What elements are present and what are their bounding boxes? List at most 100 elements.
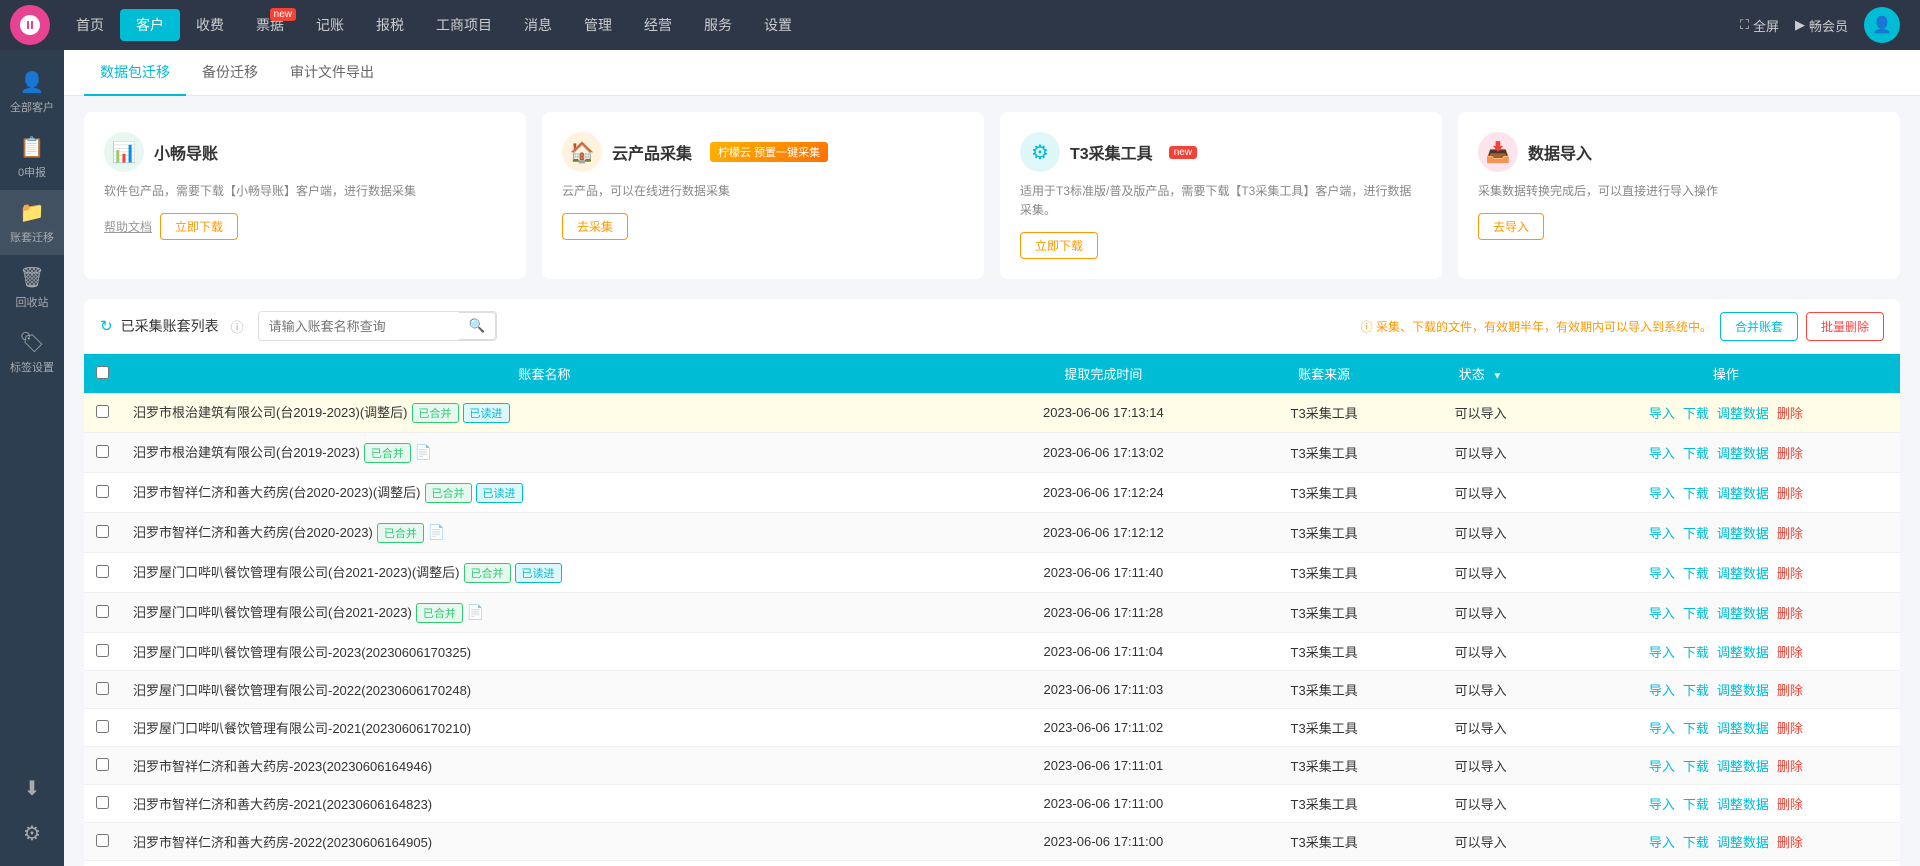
sidebar-item-account-migration[interactable]: 📁 账套迁移 — [0, 190, 64, 255]
download-action-btn[interactable]: 下载 — [1683, 721, 1709, 736]
adjust-data-action-btn[interactable]: 调整数据 — [1717, 645, 1769, 660]
row-checkbox[interactable] — [96, 834, 109, 847]
nav-settings[interactable]: 设置 — [748, 0, 808, 50]
delete-action-btn[interactable]: 删除 — [1777, 759, 1803, 774]
download-action-btn[interactable]: 下载 — [1683, 406, 1709, 421]
download-action-btn[interactable]: 下载 — [1683, 645, 1709, 660]
member-button[interactable]: ▶ 畅会员 — [1795, 16, 1848, 35]
import-action-btn[interactable]: 导入 — [1649, 721, 1675, 736]
nav-message[interactable]: 消息 — [508, 0, 568, 50]
row-checkbox[interactable] — [96, 758, 109, 771]
row-checkbox[interactable] — [96, 525, 109, 538]
download-action-btn[interactable]: 下载 — [1683, 446, 1709, 461]
download-action-btn[interactable]: 下载 — [1683, 606, 1709, 621]
select-all-checkbox[interactable] — [96, 366, 109, 379]
import-action-btn[interactable]: 导入 — [1649, 526, 1675, 541]
delete-action-btn[interactable]: 删除 — [1777, 683, 1803, 698]
file-icon[interactable]: 📄 — [428, 524, 445, 540]
nav-home[interactable]: 首页 — [60, 0, 120, 50]
import-action-btn[interactable]: 导入 — [1649, 486, 1675, 501]
nav-manage[interactable]: 管理 — [568, 0, 628, 50]
sidebar-item-all-customers[interactable]: 👤 全部客户 — [0, 60, 64, 125]
nav-customer[interactable]: 客户 — [120, 9, 180, 41]
sidebar-item-label-settings[interactable]: 🏷 标签设置 — [0, 320, 64, 385]
delete-action-btn[interactable]: 删除 — [1777, 526, 1803, 541]
app-logo[interactable] — [10, 5, 50, 45]
delete-action-btn[interactable]: 删除 — [1777, 446, 1803, 461]
import-action-btn[interactable]: 导入 — [1649, 446, 1675, 461]
refresh-icon[interactable]: ↻ — [100, 317, 113, 335]
import-action-btn[interactable]: 导入 — [1649, 683, 1675, 698]
download-action-btn[interactable]: 下载 — [1683, 526, 1709, 541]
delete-action-btn[interactable]: 删除 — [1777, 566, 1803, 581]
nav-invoice[interactable]: 票据new — [240, 0, 300, 50]
row-checkbox[interactable] — [96, 720, 109, 733]
delete-action-btn[interactable]: 删除 — [1777, 645, 1803, 660]
adjust-data-action-btn[interactable]: 调整数据 — [1717, 606, 1769, 621]
sidebar-item-recycle-bin[interactable]: 🗑 回收站 — [0, 255, 64, 320]
adjust-data-action-btn[interactable]: 调整数据 — [1717, 526, 1769, 541]
help-icon[interactable]: ⓘ — [231, 317, 244, 336]
nav-operation[interactable]: 经营 — [628, 0, 688, 50]
row-checkbox[interactable] — [96, 605, 109, 618]
adjust-data-action-btn[interactable]: 调整数据 — [1717, 835, 1769, 850]
nav-service[interactable]: 服务 — [688, 0, 748, 50]
row-checkbox[interactable] — [96, 565, 109, 578]
delete-action-btn[interactable]: 删除 — [1777, 835, 1803, 850]
row-checkbox[interactable] — [96, 644, 109, 657]
tab-data-migration[interactable]: 数据包迁移 — [84, 50, 186, 96]
download-action-btn[interactable]: 下载 — [1683, 486, 1709, 501]
adjust-data-action-btn[interactable]: 调整数据 — [1717, 406, 1769, 421]
download-action-btn[interactable]: 下载 — [1683, 759, 1709, 774]
delete-action-btn[interactable]: 删除 — [1777, 721, 1803, 736]
download-action-btn[interactable]: 下载 — [1683, 797, 1709, 812]
nav-bookkeeping[interactable]: 记账 — [300, 0, 360, 50]
row-checkbox[interactable] — [96, 445, 109, 458]
tab-backup-migration[interactable]: 备份迁移 — [186, 50, 274, 96]
row-checkbox[interactable] — [96, 796, 109, 809]
download-action-btn[interactable]: 下载 — [1683, 835, 1709, 850]
import-action-btn[interactable]: 导入 — [1649, 645, 1675, 660]
delete-action-btn[interactable]: 删除 — [1777, 606, 1803, 621]
sidebar-item-download[interactable]: ⬇ — [0, 766, 64, 811]
sidebar-item-zero-report[interactable]: 📋 0申报 — [0, 125, 64, 190]
adjust-data-action-btn[interactable]: 调整数据 — [1717, 566, 1769, 581]
row-checkbox[interactable] — [96, 485, 109, 498]
col-status[interactable]: 状态 ▼ — [1409, 354, 1551, 393]
search-input[interactable] — [259, 312, 459, 340]
batch-delete-button[interactable]: 批量删除 — [1806, 312, 1884, 341]
nav-business[interactable]: 工商项目 — [420, 0, 508, 50]
adjust-data-action-btn[interactable]: 调整数据 — [1717, 759, 1769, 774]
import-action-btn[interactable]: 导入 — [1649, 566, 1675, 581]
adjust-data-action-btn[interactable]: 调整数据 — [1717, 446, 1769, 461]
adjust-data-action-btn[interactable]: 调整数据 — [1717, 683, 1769, 698]
nav-fee[interactable]: 收费 — [180, 0, 240, 50]
sidebar-item-user-settings[interactable]: ⚙ — [0, 811, 64, 856]
adjust-data-action-btn[interactable]: 调整数据 — [1717, 797, 1769, 812]
row-checkbox[interactable] — [96, 682, 109, 695]
download-action-btn[interactable]: 下载 — [1683, 683, 1709, 698]
xiaochangzhang-download-btn[interactable]: 立即下载 — [160, 213, 238, 240]
dataimport-go-btn[interactable]: 去导入 — [1478, 213, 1544, 240]
t3tool-download-btn[interactable]: 立即下载 — [1020, 232, 1098, 259]
delete-action-btn[interactable]: 删除 — [1777, 406, 1803, 421]
import-action-btn[interactable]: 导入 — [1649, 835, 1675, 850]
yunproduct-collect-btn[interactable]: 去采集 — [562, 213, 628, 240]
import-action-btn[interactable]: 导入 — [1649, 759, 1675, 774]
download-action-btn[interactable]: 下载 — [1683, 566, 1709, 581]
merge-account-button[interactable]: 合并账套 — [1720, 312, 1798, 341]
import-action-btn[interactable]: 导入 — [1649, 606, 1675, 621]
delete-action-btn[interactable]: 删除 — [1777, 486, 1803, 501]
delete-action-btn[interactable]: 删除 — [1777, 797, 1803, 812]
xiaochangzhang-help-link[interactable]: 帮助文档 — [104, 218, 152, 235]
user-avatar[interactable]: 👤 — [1864, 7, 1900, 43]
row-checkbox[interactable] — [96, 405, 109, 418]
import-action-btn[interactable]: 导入 — [1649, 406, 1675, 421]
nav-tax[interactable]: 报税 — [360, 0, 420, 50]
import-action-btn[interactable]: 导入 — [1649, 797, 1675, 812]
fullscreen-button[interactable]: ⛶ 全屏 — [1740, 16, 1779, 35]
file-icon[interactable]: 📄 — [415, 444, 432, 460]
search-button[interactable]: 🔍 — [459, 312, 497, 340]
adjust-data-action-btn[interactable]: 调整数据 — [1717, 486, 1769, 501]
file-icon[interactable]: 📄 — [467, 604, 484, 620]
